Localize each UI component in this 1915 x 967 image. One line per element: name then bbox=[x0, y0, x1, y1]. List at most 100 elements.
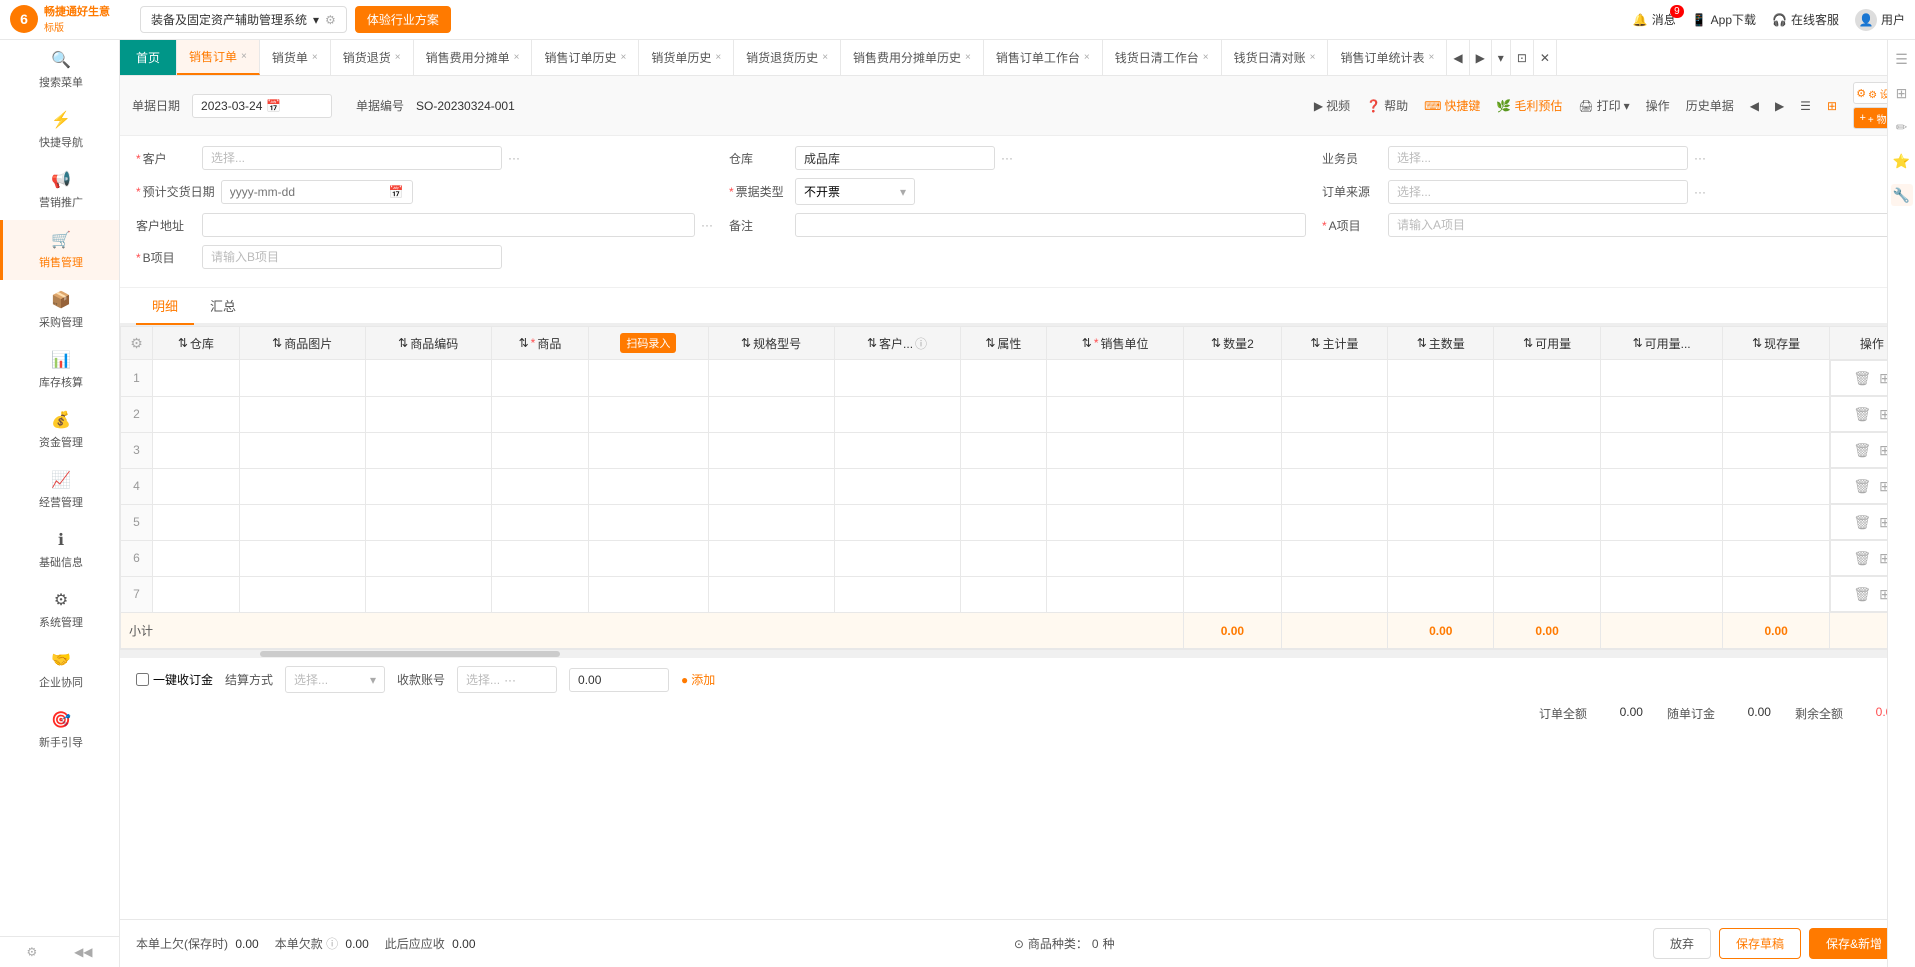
cell-code[interactable] bbox=[365, 396, 491, 432]
row-delete-btn[interactable]: 🗑 bbox=[1851, 512, 1873, 533]
cell-code[interactable] bbox=[365, 468, 491, 504]
auto-collect-input[interactable] bbox=[136, 673, 149, 686]
tab-home[interactable]: 首页 bbox=[120, 40, 177, 75]
order-source-input[interactable] bbox=[1388, 180, 1688, 204]
sidebar-item-search[interactable]: 🔍 搜索菜单 bbox=[0, 40, 119, 100]
tab-order-report[interactable]: 销售订单统计表 × bbox=[1328, 40, 1447, 75]
cell-available[interactable] bbox=[1494, 360, 1600, 397]
settings-icon[interactable]: ⚙ bbox=[325, 13, 336, 27]
prev-record-btn[interactable]: ◀ bbox=[1746, 97, 1763, 115]
cell-available[interactable] bbox=[1494, 540, 1600, 576]
cell-main-unit[interactable] bbox=[1281, 540, 1387, 576]
sidebar-item-basic[interactable]: ℹ 基础信息 bbox=[0, 520, 119, 580]
cell-qty2[interactable] bbox=[1184, 576, 1282, 613]
cell-available[interactable] bbox=[1494, 432, 1600, 468]
customer-input[interactable] bbox=[202, 146, 502, 170]
cell-attr[interactable] bbox=[960, 576, 1047, 613]
delivery-date-field[interactable]: 📅 bbox=[221, 180, 413, 204]
cell-main-unit[interactable] bbox=[1281, 468, 1387, 504]
cell-unit[interactable] bbox=[1047, 396, 1184, 432]
cell-available[interactable] bbox=[1494, 468, 1600, 504]
sidebar-item-purchase[interactable]: 📦 采购管理 bbox=[0, 280, 119, 340]
tab-invoice-history[interactable]: 销货单历史 × bbox=[639, 40, 734, 75]
cell-spec[interactable] bbox=[708, 540, 834, 576]
remarks-input[interactable] bbox=[795, 213, 1306, 237]
cell-customer[interactable] bbox=[834, 540, 960, 576]
cell-current[interactable] bbox=[1723, 468, 1829, 504]
cell-qty2[interactable] bbox=[1184, 432, 1282, 468]
list-view-btn[interactable]: ☰ bbox=[1796, 97, 1815, 115]
cell-barcode[interactable] bbox=[589, 504, 708, 540]
cell-attr[interactable] bbox=[960, 540, 1047, 576]
tab-close-icon[interactable]: × bbox=[241, 51, 247, 62]
cell-spec[interactable] bbox=[708, 504, 834, 540]
cell-code[interactable] bbox=[365, 432, 491, 468]
tab-next-btn[interactable]: ▶ bbox=[1470, 40, 1492, 75]
col-barcode[interactable]: 扫码录入 bbox=[589, 327, 708, 360]
b-project-input[interactable] bbox=[202, 245, 502, 269]
cell-current[interactable] bbox=[1723, 576, 1829, 613]
tab-close-icon[interactable]: × bbox=[965, 52, 971, 63]
tab-close-icon[interactable]: × bbox=[715, 52, 721, 63]
notice-badge[interactable]: 🔔 消息 9 bbox=[1633, 11, 1676, 28]
cell-unit[interactable] bbox=[1047, 504, 1184, 540]
tab-summary[interactable]: 汇总 bbox=[194, 288, 252, 325]
cell-available[interactable] bbox=[1494, 504, 1600, 540]
tab-close-icon[interactable]: × bbox=[1428, 52, 1434, 63]
amount-input[interactable] bbox=[569, 668, 669, 692]
cell-product[interactable] bbox=[491, 360, 589, 397]
cell-main-qty[interactable] bbox=[1388, 360, 1494, 397]
cell-main-qty[interactable] bbox=[1388, 468, 1494, 504]
cell-current[interactable] bbox=[1723, 504, 1829, 540]
settings-icon[interactable]: ⚙ bbox=[130, 335, 143, 351]
cell-warehouse[interactable] bbox=[153, 396, 240, 432]
expand-icon[interactable]: ··· bbox=[1001, 151, 1013, 165]
col-settings[interactable]: ⚙ bbox=[121, 327, 153, 360]
cell-current[interactable] bbox=[1723, 396, 1829, 432]
cell-unit[interactable] bbox=[1047, 468, 1184, 504]
cell-unit[interactable] bbox=[1047, 540, 1184, 576]
save-new-button[interactable]: 保存&新增 bbox=[1809, 928, 1899, 959]
add-payment-btn[interactable]: ● 添加 bbox=[681, 671, 715, 688]
row-delete-btn[interactable]: 🗑 bbox=[1851, 548, 1873, 569]
cell-main-unit[interactable] bbox=[1281, 504, 1387, 540]
cell-img[interactable] bbox=[239, 576, 365, 613]
cell-current[interactable] bbox=[1723, 360, 1829, 397]
app-download[interactable]: 📱 App下载 bbox=[1692, 11, 1756, 28]
sidebar-item-marketing[interactable]: 📢 营销推广 bbox=[0, 160, 119, 220]
shortcut-btn[interactable]: ⌨ 快捷键 bbox=[1420, 95, 1484, 116]
cell-barcode[interactable] bbox=[589, 576, 708, 613]
tab-prev-btn[interactable]: ◀ bbox=[1447, 40, 1469, 75]
history-btn[interactable]: 历史单据 bbox=[1682, 95, 1738, 116]
a-project-input[interactable] bbox=[1388, 213, 1899, 237]
sidebar-item-sales[interactable]: 🛒 销售管理 bbox=[0, 220, 119, 280]
cell-qty2[interactable] bbox=[1184, 468, 1282, 504]
tab-close-all-btn[interactable]: ✕ bbox=[1534, 40, 1557, 75]
save-draft-button[interactable]: 保存草稿 bbox=[1719, 928, 1801, 959]
row-delete-btn[interactable]: 🗑 bbox=[1851, 476, 1873, 497]
cell-available2[interactable] bbox=[1600, 396, 1723, 432]
tab-close-icon[interactable]: × bbox=[1084, 52, 1090, 63]
cell-attr[interactable] bbox=[960, 504, 1047, 540]
cell-warehouse[interactable] bbox=[153, 540, 240, 576]
sidebar-item-finance[interactable]: 💰 资金管理 bbox=[0, 400, 119, 460]
tab-sales-return[interactable]: 销货退货 × bbox=[331, 40, 414, 75]
row-delete-btn[interactable]: 🗑 bbox=[1851, 440, 1873, 461]
row-delete-btn[interactable]: 🗑 bbox=[1851, 368, 1873, 389]
row-delete-btn[interactable]: 🗑 bbox=[1851, 404, 1873, 425]
cell-main-qty[interactable] bbox=[1388, 432, 1494, 468]
cell-unit[interactable] bbox=[1047, 432, 1184, 468]
cell-product[interactable] bbox=[491, 468, 589, 504]
system-selector[interactable]: 装备及固定资产辅助管理系统 ▾ ⚙ bbox=[140, 6, 347, 33]
cell-qty2[interactable] bbox=[1184, 396, 1282, 432]
tab-fee-split[interactable]: 销售费用分摊单 × bbox=[414, 40, 533, 75]
expand-icon[interactable]: ··· bbox=[504, 673, 516, 687]
next-record-btn[interactable]: ▶ bbox=[1771, 97, 1788, 115]
sidebar-collapse-icon[interactable]: ◀◀ bbox=[74, 945, 92, 959]
cell-attr[interactable] bbox=[960, 396, 1047, 432]
tab-close-icon[interactable]: × bbox=[822, 52, 828, 63]
online-service[interactable]: 🎧 在线客服 bbox=[1772, 11, 1839, 28]
cell-img[interactable] bbox=[239, 540, 365, 576]
delivery-input[interactable] bbox=[230, 185, 385, 199]
cell-warehouse[interactable] bbox=[153, 432, 240, 468]
